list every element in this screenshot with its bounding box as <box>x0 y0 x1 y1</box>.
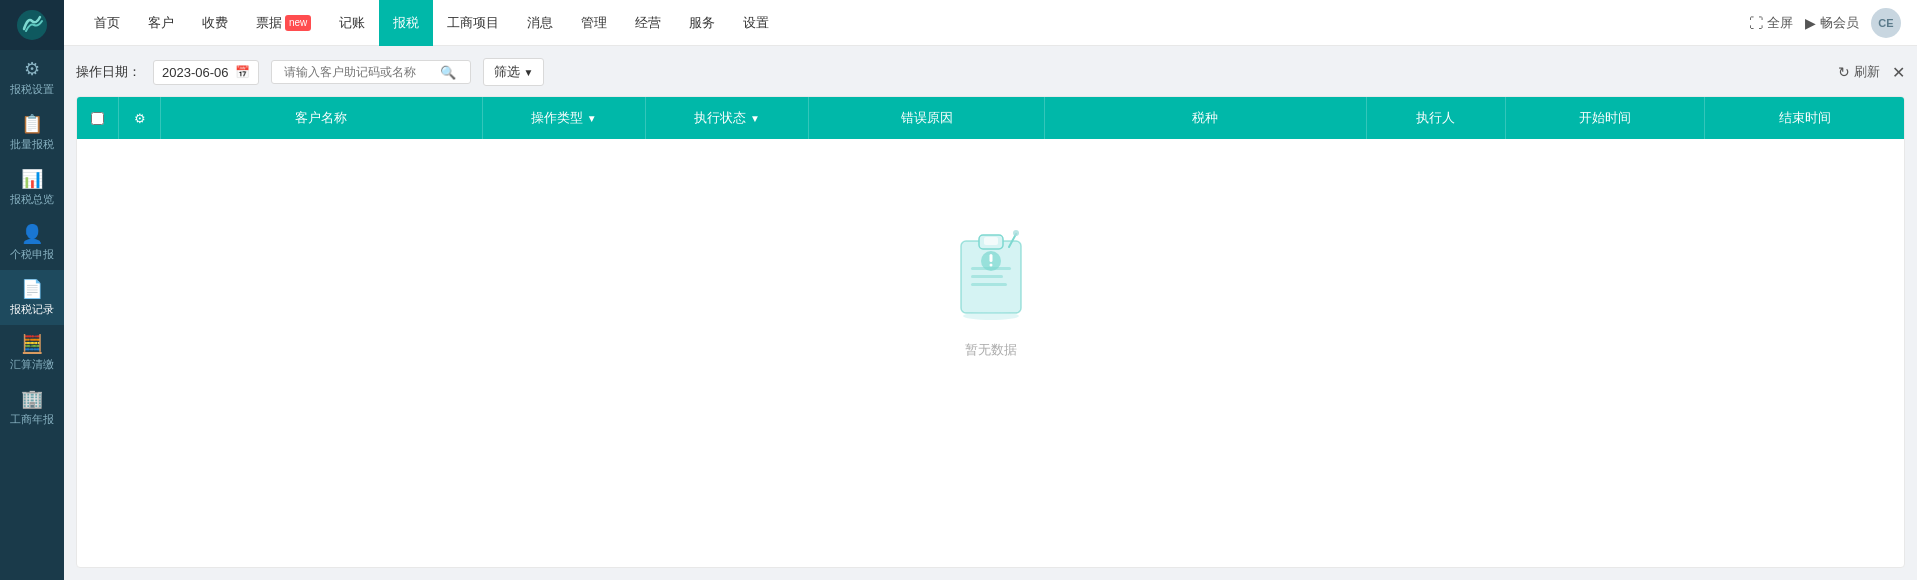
th-checkbox[interactable] <box>77 97 119 139</box>
date-label: 操作日期： <box>76 63 141 81</box>
sidebar-item-label-tax-overview: 报税总览 <box>10 192 54 207</box>
nav-admin[interactable]: 管理 <box>567 0 621 46</box>
svg-point-10 <box>989 264 992 267</box>
personal-tax-icon: 👤 <box>21 225 43 243</box>
search-icon[interactable]: 🔍 <box>440 65 456 80</box>
search-input[interactable] <box>280 61 440 83</box>
th-executor: 执行人 <box>1367 97 1506 139</box>
content-area: 操作日期： 2023-06-06 📅 🔍 筛选 ▼ ↻ 刷新 ✕ <box>64 46 1917 580</box>
th-tax-type: 税种 <box>1045 97 1367 139</box>
filter-label: 筛选 <box>494 63 520 81</box>
main-area: 首页 客户 收费 票据 new 记账 报税 工商项目 消息 <box>64 0 1917 580</box>
fullscreen-button[interactable]: ⛶ 全屏 <box>1749 14 1793 32</box>
filter-icon-status[interactable]: ▼ <box>750 113 760 124</box>
th-end-time: 结束时间 <box>1705 97 1904 139</box>
date-picker[interactable]: 2023-06-06 📅 <box>153 60 259 85</box>
nav-message[interactable]: 消息 <box>513 0 567 46</box>
svg-rect-7 <box>971 283 1007 286</box>
tax-overview-icon: 📊 <box>21 170 43 188</box>
data-table: ⚙ 客户名称 操作类型 ▼ 执行状态 ▼ 错误原因 税种 <box>76 96 1905 568</box>
sidebar-item-personal-tax[interactable]: 👤 个税申报 <box>0 215 64 270</box>
th-exec-status: 执行状态 ▼ <box>646 97 809 139</box>
search-box: 🔍 <box>271 60 471 84</box>
new-badge: new <box>285 15 311 31</box>
sidebar-item-label-calc-tax: 汇算清缴 <box>10 357 54 372</box>
sidebar-item-tax-overview[interactable]: 📊 报税总览 <box>0 160 64 215</box>
sidebar-item-annual-report[interactable]: 🏢 工商年报 <box>0 380 64 435</box>
calc-tax-icon: 🧮 <box>21 335 43 353</box>
toolbar: 操作日期： 2023-06-06 📅 🔍 筛选 ▼ ↻ 刷新 ✕ <box>76 58 1905 86</box>
sidebar-item-calc-tax[interactable]: 🧮 汇算清缴 <box>0 325 64 380</box>
th-error-reason: 错误原因 <box>809 97 1045 139</box>
svg-rect-6 <box>971 275 1003 278</box>
topnav-right: ⛶ 全屏 ▶ 畅会员 CE <box>1749 8 1901 38</box>
sidebar: ⚙ 报税设置 📋 批量报税 📊 报税总览 👤 个税申报 📄 报税记录 🧮 汇算清… <box>0 0 64 580</box>
sidebar-item-tax-settings[interactable]: ⚙ 报税设置 <box>0 50 64 105</box>
th-start-time: 开始时间 <box>1506 97 1706 139</box>
th-client-name: 客户名称 <box>161 97 483 139</box>
top-navigation: 首页 客户 收费 票据 new 记账 报税 工商项目 消息 <box>64 0 1917 46</box>
nav-invoice[interactable]: 票据 new <box>242 0 325 46</box>
sidebar-item-label-batch-tax: 批量报税 <box>10 137 54 152</box>
empty-icon <box>941 219 1041 329</box>
close-icon: ✕ <box>1892 63 1905 82</box>
svg-point-13 <box>963 312 1019 320</box>
batch-tax-icon: 📋 <box>21 115 43 133</box>
nav-home[interactable]: 首页 <box>80 0 134 46</box>
svg-rect-4 <box>984 237 998 245</box>
refresh-button[interactable]: ↻ 刷新 <box>1838 63 1880 81</box>
nav-service[interactable]: 服务 <box>675 0 729 46</box>
table-header: ⚙ 客户名称 操作类型 ▼ 执行状态 ▼ 错误原因 税种 <box>77 97 1904 139</box>
sidebar-item-tax-records[interactable]: 📄 报税记录 <box>0 270 64 325</box>
th-settings[interactable]: ⚙ <box>119 97 161 139</box>
date-value: 2023-06-06 <box>162 65 229 80</box>
filter-button[interactable]: 筛选 ▼ <box>483 58 545 86</box>
nav-client[interactable]: 客户 <box>134 0 188 46</box>
tax-settings-icon: ⚙ <box>24 60 40 78</box>
settings-icon: ⚙ <box>134 111 146 126</box>
calendar-icon: 📅 <box>235 65 250 79</box>
nav-business[interactable]: 工商项目 <box>433 0 513 46</box>
member-button[interactable]: ▶ 畅会员 <box>1805 14 1859 32</box>
select-all-checkbox[interactable] <box>91 112 104 125</box>
chevron-down-icon: ▼ <box>524 67 534 78</box>
nav-tax[interactable]: 报税 <box>379 0 433 46</box>
svg-point-12 <box>1013 230 1019 236</box>
avatar[interactable]: CE <box>1871 8 1901 38</box>
table-body: 暂无数据 <box>77 139 1904 439</box>
fullscreen-icon: ⛶ <box>1749 15 1763 31</box>
annual-report-icon: 🏢 <box>21 390 43 408</box>
refresh-icon: ↻ <box>1838 64 1850 80</box>
app-logo[interactable] <box>0 0 64 50</box>
sidebar-item-label-tax-settings: 报税设置 <box>10 82 54 97</box>
sidebar-item-label-personal-tax: 个税申报 <box>10 247 54 262</box>
nav-finance[interactable]: 经营 <box>621 0 675 46</box>
nav-billing[interactable]: 收费 <box>188 0 242 46</box>
member-icon: ▶ <box>1805 15 1816 31</box>
nav-accounting[interactable]: 记账 <box>325 0 379 46</box>
empty-text: 暂无数据 <box>965 341 1017 359</box>
close-button[interactable]: ✕ <box>1892 63 1905 82</box>
filter-icon-optype[interactable]: ▼ <box>587 113 597 124</box>
nav-items: 首页 客户 收费 票据 new 记账 报税 工商项目 消息 <box>80 0 1749 46</box>
tax-records-icon: 📄 <box>21 280 43 298</box>
sidebar-item-label-annual-report: 工商年报 <box>10 412 54 427</box>
th-op-type: 操作类型 ▼ <box>483 97 646 139</box>
sidebar-item-batch-tax[interactable]: 📋 批量报税 <box>0 105 64 160</box>
sidebar-item-label-tax-records: 报税记录 <box>10 302 54 317</box>
empty-state: 暂无数据 <box>901 179 1081 399</box>
svg-rect-9 <box>989 254 992 262</box>
nav-settings[interactable]: 设置 <box>729 0 783 46</box>
